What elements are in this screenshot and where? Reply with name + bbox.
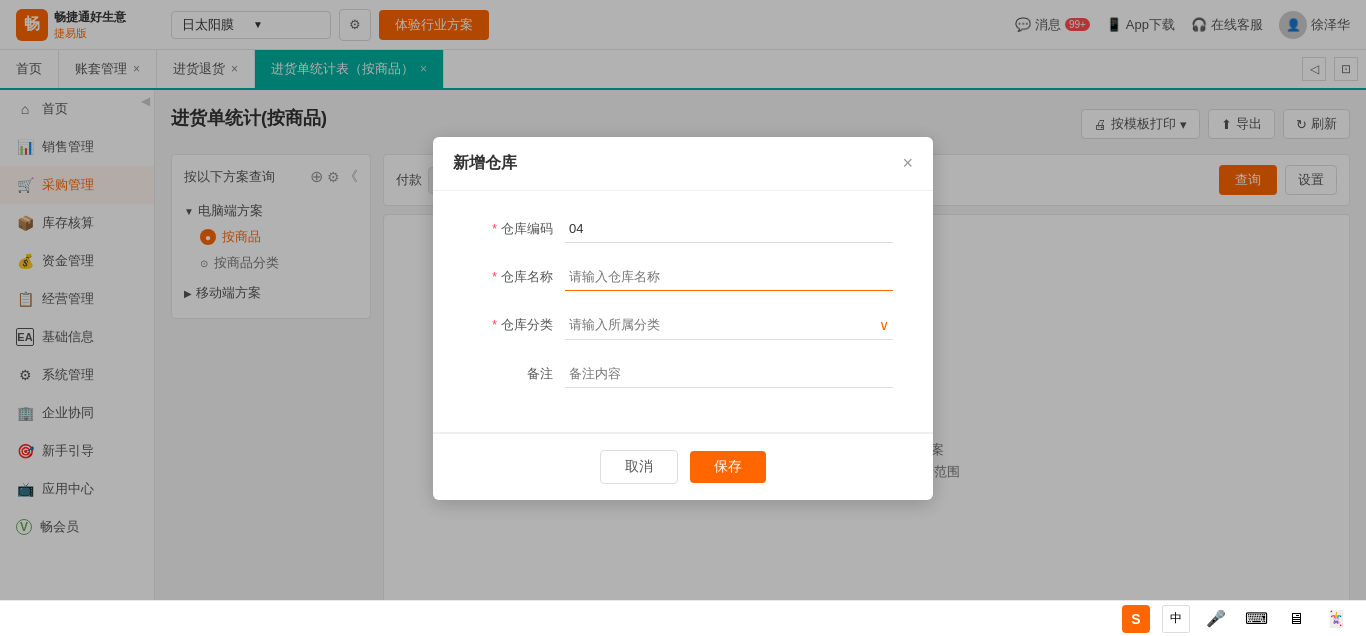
note-label: 备注 <box>473 365 553 383</box>
warehouse-category-row: 仓库分类 ∨ <box>473 311 893 340</box>
keyboard-icon[interactable]: ⌨ <box>1242 605 1270 633</box>
dialog-footer: 取消 保存 <box>433 433 933 500</box>
warehouse-code-row: 仓库编码 <box>473 215 893 243</box>
monitor-icon[interactable]: 🖥 <box>1282 605 1310 633</box>
microphone-icon[interactable]: 🎤 <box>1202 605 1230 633</box>
dialog-header: 新增仓库 × <box>433 137 933 191</box>
dialog-new-warehouse: 新增仓库 × 仓库编码 仓库名称 仓库分类 ∨ <box>433 137 933 500</box>
name-input[interactable] <box>565 263 893 291</box>
warehouse-note-row: 备注 <box>473 360 893 388</box>
category-input[interactable] <box>569 317 879 332</box>
dialog-close-button[interactable]: × <box>902 154 913 172</box>
modal-overlay: 新增仓库 × 仓库编码 仓库名称 仓库分类 ∨ <box>0 0 1366 636</box>
code-input[interactable] <box>565 215 893 243</box>
cancel-button[interactable]: 取消 <box>600 450 678 484</box>
bottom-bar: S 中 🎤 ⌨ 🖥 🃏 <box>0 600 1366 636</box>
category-select-wrap: ∨ <box>565 311 893 340</box>
dialog-body: 仓库编码 仓库名称 仓库分类 ∨ 备注 <box>433 191 933 432</box>
dialog-title: 新增仓库 <box>453 153 517 174</box>
category-chevron-icon: ∨ <box>879 317 889 333</box>
warehouse-name-row: 仓库名称 <box>473 263 893 291</box>
code-label: 仓库编码 <box>473 220 553 238</box>
save-button[interactable]: 保存 <box>690 451 766 483</box>
name-label: 仓库名称 <box>473 268 553 286</box>
chinese-input-icon[interactable]: 中 <box>1162 605 1190 633</box>
note-input[interactable] <box>565 360 893 388</box>
s-logo-icon: S <box>1122 605 1150 633</box>
card-icon[interactable]: 🃏 <box>1322 605 1350 633</box>
category-label: 仓库分类 <box>473 316 553 334</box>
